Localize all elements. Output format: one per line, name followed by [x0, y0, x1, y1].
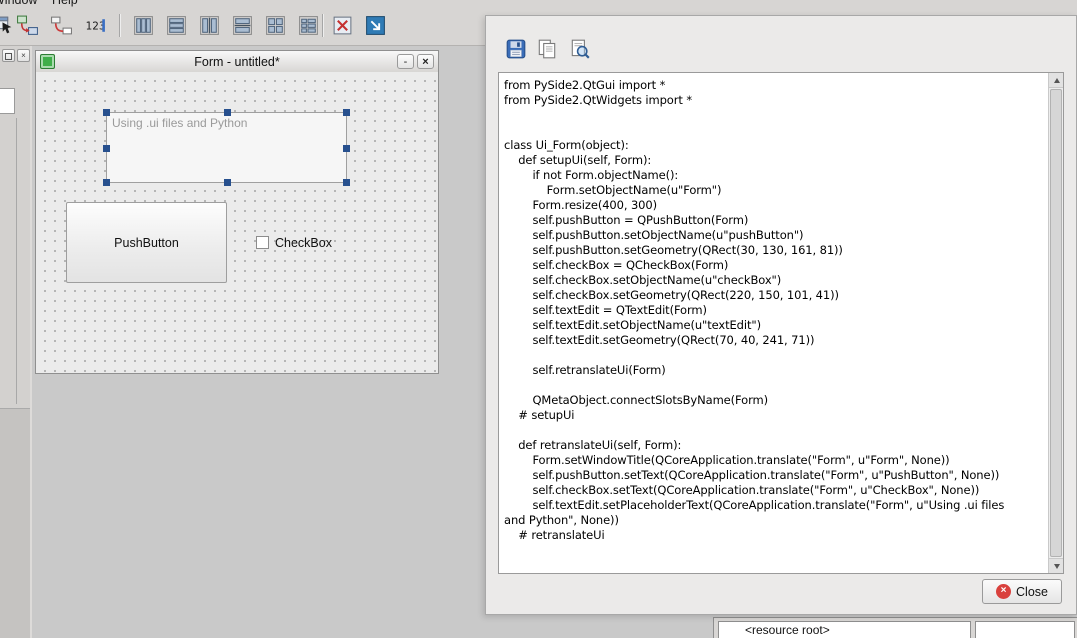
panel-fragment	[975, 621, 1075, 638]
selection-handle[interactable]	[103, 145, 110, 152]
dock-filter-input-fragment[interactable]	[0, 88, 15, 114]
pushbutton-label: PushButton	[114, 236, 179, 250]
edit-buddies-button[interactable]	[48, 12, 75, 39]
dock-splitter[interactable]	[30, 46, 32, 638]
toolbar-separator	[119, 14, 120, 37]
layout-splitter-vertical-icon	[231, 14, 254, 37]
resource-browser-fragment: <resource root>	[713, 617, 1077, 638]
edit-tab-order-icon: 123	[84, 14, 107, 37]
textedit-widget[interactable]: Using .ui files and Python	[106, 112, 347, 183]
selection-handle[interactable]	[103, 179, 110, 186]
selection-handle[interactable]	[343, 109, 350, 116]
layout-horizontal-button[interactable]	[130, 12, 157, 39]
edit-tab-order-button[interactable]: 123	[82, 12, 109, 39]
resource-root-item[interactable]: <resource root>	[718, 621, 971, 638]
menubar: Window Help	[0, 0, 320, 9]
break-layout-button[interactable]	[329, 12, 356, 39]
edit-signals-slots-icon	[16, 14, 39, 37]
selection-handle[interactable]	[224, 109, 231, 116]
copy-button[interactable]	[534, 36, 560, 62]
find-preview-button[interactable]	[567, 36, 593, 62]
vertical-scrollbar[interactable]	[1048, 73, 1063, 573]
break-layout-icon	[331, 14, 354, 37]
save-button[interactable]	[503, 36, 529, 62]
arrow-down-icon	[1054, 564, 1060, 569]
form-editor-window: Form - untitled* - × Using .ui files and…	[35, 50, 439, 374]
arrow-up-icon	[1054, 78, 1060, 83]
selection-handle[interactable]	[343, 145, 350, 152]
layout-form-button[interactable]	[295, 12, 322, 39]
edit-buddies-icon	[50, 14, 73, 37]
layout-vertical-button[interactable]	[163, 12, 190, 39]
menu-help[interactable]: Help	[52, 0, 78, 7]
code-view[interactable]: from PySide2.QtGui import * from PySide2…	[498, 72, 1064, 574]
layout-grid-icon	[264, 14, 287, 37]
edit-widgets-icon	[0, 14, 15, 37]
left-panel-fragment	[0, 408, 30, 638]
code-text: from PySide2.QtGui import * from PySide2…	[499, 73, 1063, 543]
selection-handle[interactable]	[224, 179, 231, 186]
scrollbar-thumb[interactable]	[1050, 89, 1062, 557]
dialog-close-button[interactable]: × Close	[982, 579, 1062, 604]
scroll-up-button[interactable]	[1049, 73, 1064, 88]
selection-handle[interactable]	[343, 179, 350, 186]
copy-icon	[536, 38, 558, 60]
dock-divider	[16, 118, 17, 404]
checkbox-indicator[interactable]	[256, 236, 269, 249]
menu-window[interactable]: Window	[0, 0, 37, 7]
dialog-close-label: Close	[1016, 585, 1048, 599]
selection-handle[interactable]	[103, 109, 110, 116]
dock-float-button[interactable]	[2, 49, 15, 62]
find-preview-icon	[569, 38, 591, 60]
close-button[interactable]: ×	[417, 54, 434, 69]
adjust-size-button[interactable]	[362, 12, 389, 39]
layout-form-icon	[297, 14, 320, 37]
adjust-size-icon	[364, 14, 387, 37]
edit-signals-slots-button[interactable]	[14, 12, 41, 39]
scroll-down-button[interactable]	[1049, 558, 1064, 573]
checkbox-label: CheckBox	[275, 236, 332, 250]
form-window-titlebar[interactable]: Form - untitled* - ×	[36, 51, 438, 73]
qt-designer-app: Window Help	[0, 0, 1077, 638]
dock-close-icon: ×	[21, 51, 26, 60]
pushbutton-widget[interactable]: PushButton	[66, 202, 227, 283]
save-icon	[505, 38, 527, 60]
checkbox-widget[interactable]: CheckBox	[256, 222, 357, 263]
form-canvas[interactable]: Using .ui files and Python PushButton Ch…	[36, 72, 438, 373]
layout-grid-button[interactable]	[262, 12, 289, 39]
dock-float-icon	[5, 53, 12, 60]
textedit-placeholder: Using .ui files and Python	[112, 116, 247, 130]
toolbar-separator	[322, 14, 323, 37]
layout-splitter-horizontal-icon	[198, 14, 221, 37]
close-circle-icon: ×	[996, 584, 1011, 599]
layout-vertical-icon	[165, 14, 188, 37]
layout-splitter-vertical-button[interactable]	[229, 12, 256, 39]
layout-horizontal-icon	[132, 14, 155, 37]
view-code-dialog: from PySide2.QtGui import * from PySide2…	[485, 15, 1077, 615]
layout-splitter-horizontal-button[interactable]	[196, 12, 223, 39]
dock-close-button[interactable]: ×	[17, 49, 30, 62]
minimize-button[interactable]: -	[397, 54, 414, 69]
form-window-title: Form - untitled*	[36, 55, 438, 69]
